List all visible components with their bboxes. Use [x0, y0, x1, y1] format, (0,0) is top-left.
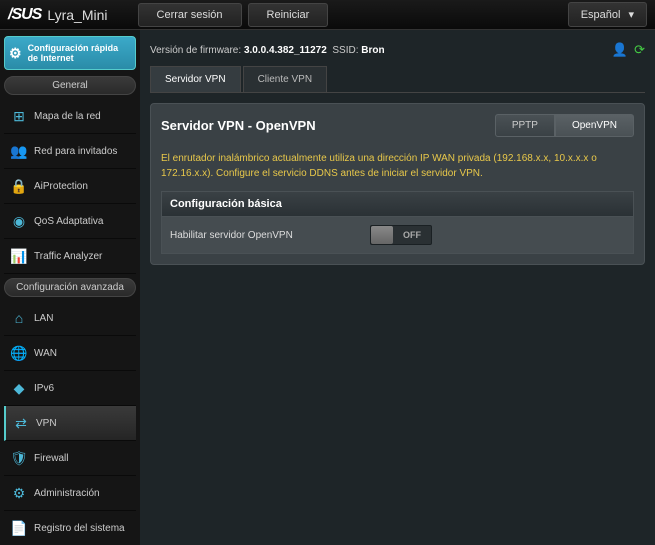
nav-label: Administración: [34, 488, 100, 499]
nav-label: VPN: [36, 418, 57, 429]
sidebar-item-administración[interactable]: ⚙ Administración: [4, 476, 136, 511]
nav-icon: ◉: [10, 212, 28, 230]
nav-icon: ⇄: [12, 414, 30, 432]
section-header-advanced: Configuración avanzada: [4, 278, 136, 297]
nav-label: WAN: [34, 348, 57, 359]
nav-label: Red para invitados: [34, 146, 117, 157]
qis-button[interactable]: ⚙ Configuración rápida de Internet: [4, 36, 136, 70]
nav-icon: 🌐: [10, 344, 28, 362]
sidebar-item-ipv6[interactable]: ◆ IPv6: [4, 371, 136, 406]
nav-icon: ⚙: [10, 484, 28, 502]
tab-servidor-vpn[interactable]: Servidor VPN: [150, 66, 241, 92]
nav-icon: 🔒: [10, 177, 28, 195]
panel-title: Servidor VPN - OpenVPN: [161, 118, 316, 133]
fw-version: 3.0.0.4.382_11272: [244, 45, 327, 56]
tabs: Servidor VPNCliente VPN: [150, 66, 645, 93]
nav-label: QoS Adaptativa: [34, 216, 104, 227]
gear-icon: ⚙: [9, 45, 22, 62]
sidebar-item-firewall[interactable]: 🛡 Firewall: [4, 441, 136, 476]
sidebar-item-vpn[interactable]: ⇄ VPN: [4, 406, 136, 441]
config-section: Configuración básica Habilitar servidor …: [161, 191, 634, 254]
nav-label: LAN: [34, 313, 53, 324]
toggle-state: OFF: [393, 230, 431, 240]
content: Versión de firmware: 3.0.0.4.382_11272 S…: [140, 30, 655, 545]
nav-label: Traffic Analyzer: [34, 251, 102, 262]
language-selector[interactable]: Español ▾: [568, 2, 647, 27]
ssid-label: SSID:: [332, 45, 358, 56]
sub-tab-pptp[interactable]: PPTP: [495, 114, 555, 137]
sidebar-item-registro-del-sistema[interactable]: 📄 Registro del sistema: [4, 511, 136, 545]
nav-icon: ⊞: [10, 107, 28, 125]
logout-button[interactable]: Cerrar sesión: [138, 3, 242, 27]
product-name: Lyra_Mini: [47, 7, 107, 23]
nav-label: IPv6: [34, 383, 54, 394]
brand-logo: /SUS: [8, 6, 41, 24]
sub-tab-openvpn[interactable]: OpenVPN: [555, 114, 634, 137]
nav-icon: 👥: [10, 142, 28, 160]
chevron-down-icon: ▾: [628, 8, 634, 21]
tab-cliente-vpn[interactable]: Cliente VPN: [243, 66, 327, 92]
nav-icon: 📄: [10, 519, 28, 537]
ssid-value: Bron: [361, 45, 384, 56]
fw-label: Versión de firmware:: [150, 45, 241, 56]
sidebar-item-qos-adaptativa[interactable]: ◉ QoS Adaptativa: [4, 204, 136, 239]
config-row: Habilitar servidor OpenVPN OFF: [162, 217, 633, 253]
nav-label: AiProtection: [34, 181, 88, 192]
sub-tabs: PPTPOpenVPN: [495, 114, 634, 137]
sidebar-item-red-para-invitados[interactable]: 👥 Red para invitados: [4, 134, 136, 169]
sidebar-item-wan[interactable]: 🌐 WAN: [4, 336, 136, 371]
sidebar-item-aiprotection[interactable]: 🔒 AiProtection: [4, 169, 136, 204]
nav-label: Mapa de la red: [34, 111, 101, 122]
nav-label: Firewall: [34, 453, 68, 464]
qis-label: Configuración rápida de Internet: [28, 43, 131, 63]
header: /SUS Lyra_Mini Cerrar sesión Reiniciar E…: [0, 0, 655, 30]
nav-icon: ◆: [10, 379, 28, 397]
sidebar-item-traffic-analyzer[interactable]: 📊 Traffic Analyzer: [4, 239, 136, 274]
nav-icon: 📊: [10, 247, 28, 265]
config-header: Configuración básica: [162, 192, 633, 217]
sidebar: ⚙ Configuración rápida de Internet Gener…: [0, 30, 140, 545]
warning-text: El enrutador inalámbrico actualmente uti…: [161, 145, 634, 191]
vpn-panel: Servidor VPN - OpenVPN PPTPOpenVPN El en…: [150, 103, 645, 265]
sidebar-item-lan[interactable]: ⌂ LAN: [4, 301, 136, 336]
users-icon[interactable]: 👤: [612, 42, 628, 58]
nav-icon: 🛡: [10, 449, 28, 467]
reboot-button[interactable]: Reiniciar: [248, 3, 329, 27]
toggle-knob: [371, 226, 393, 244]
firmware-bar: Versión de firmware: 3.0.0.4.382_11272 S…: [150, 38, 645, 66]
sidebar-item-mapa-de-la-red[interactable]: ⊞ Mapa de la red: [4, 99, 136, 134]
openvpn-toggle[interactable]: OFF: [370, 225, 432, 245]
language-label: Español: [581, 9, 621, 21]
nav-label: Registro del sistema: [34, 523, 125, 534]
config-label: Habilitar servidor OpenVPN: [170, 230, 370, 241]
sync-icon[interactable]: ⟳: [634, 42, 645, 58]
section-header-general: General: [4, 76, 136, 95]
nav-icon: ⌂: [10, 309, 28, 327]
